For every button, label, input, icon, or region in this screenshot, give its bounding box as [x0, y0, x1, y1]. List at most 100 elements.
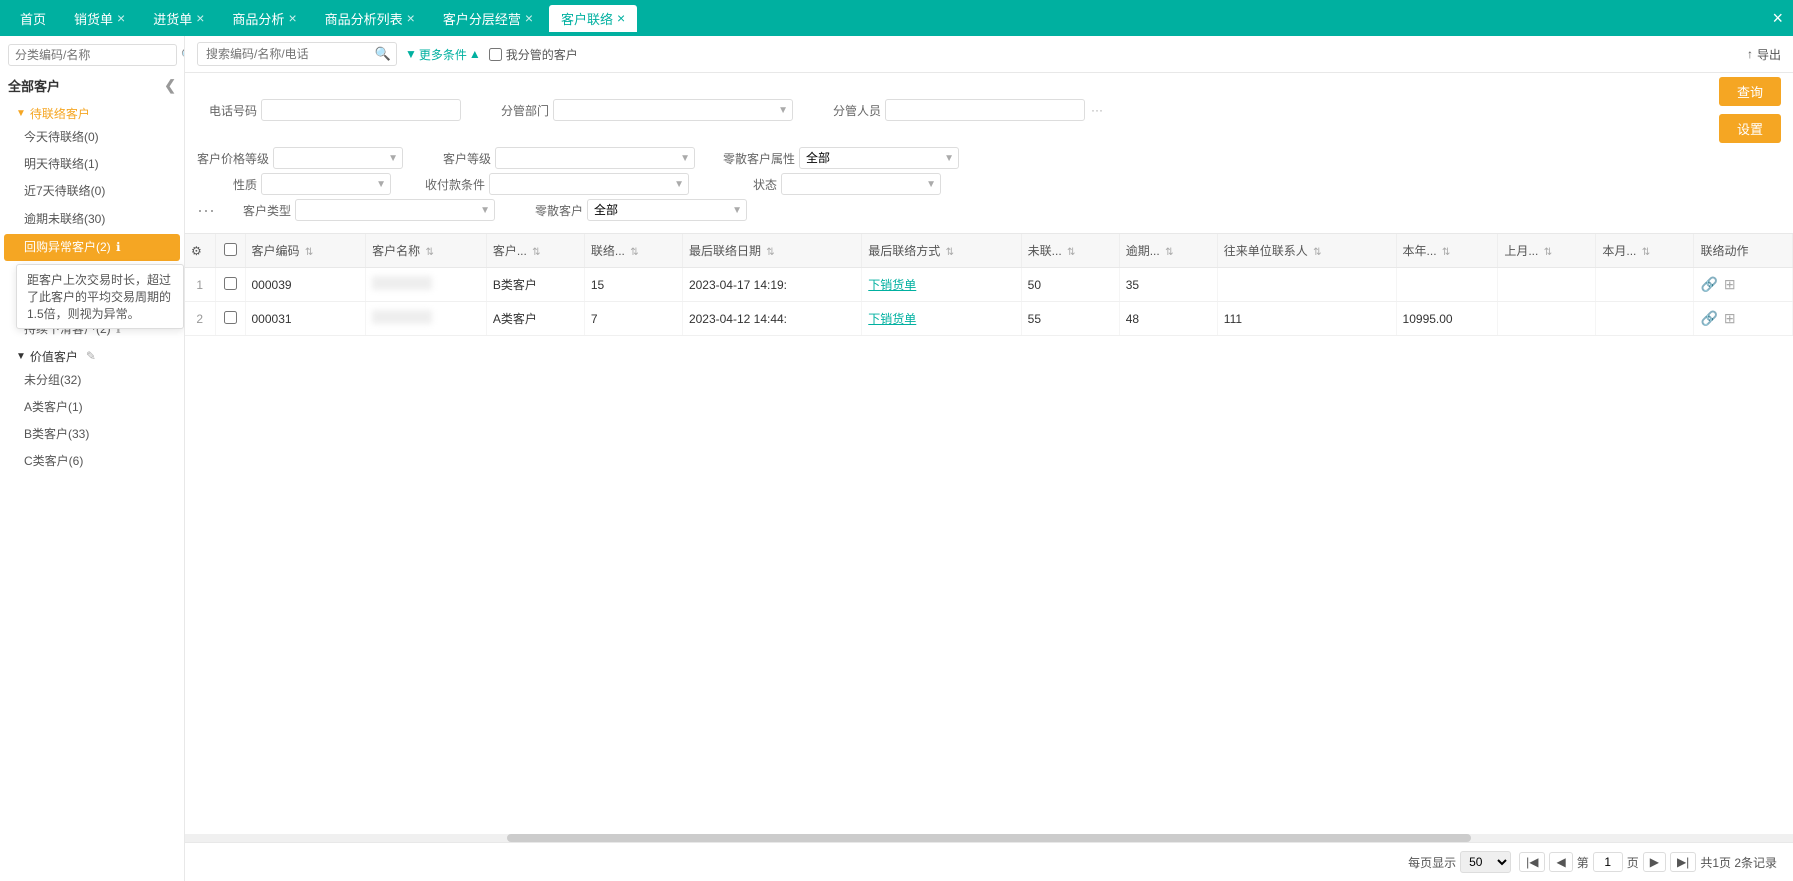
pay-term-select[interactable] [489, 173, 689, 195]
sort-contact-count-icon[interactable]: ⇅ [630, 247, 638, 258]
col-gear[interactable]: ⚙ [185, 234, 215, 268]
sidebar-all-customers-header: 全部客户 ❮ [0, 70, 184, 101]
person-more-icon[interactable]: ··· [1091, 103, 1103, 117]
row-2-code: 000031 [245, 302, 366, 336]
nav-item-customer-contact[interactable]: 客户联络 × [549, 5, 637, 32]
nav-item-customer-segment[interactable]: 客户分层经营 × [431, 5, 545, 32]
value-arrow-icon: ▼ [16, 351, 26, 362]
sort-code-icon[interactable]: ⇅ [305, 247, 313, 258]
customer-grade-select[interactable] [495, 147, 695, 169]
sort-this-year-icon[interactable]: ⇅ [1442, 247, 1450, 258]
select-all-checkbox[interactable] [224, 243, 237, 256]
col-last-contact-method: 最后联络方式 ⇅ [862, 234, 1021, 268]
phone-input[interactable] [261, 99, 461, 121]
sidebar-item-7day-contact[interactable]: 近7天待联络(0) [0, 178, 184, 205]
gender-field: 性质 ▼ [197, 173, 397, 195]
prev-page-button[interactable]: ◀ [1549, 852, 1572, 872]
filter-more-button[interactable]: ··· [197, 200, 215, 221]
nav-close-analysis-list[interactable]: × [407, 10, 415, 26]
row-2-grid-icon[interactable]: ⊞ [1724, 310, 1736, 327]
col-customer-type: 客户... ⇅ [486, 234, 584, 268]
row-2-link-icon[interactable]: 🔗 [1700, 310, 1717, 327]
col-last-month: 上月... ⇅ [1498, 234, 1596, 268]
sidebar-item-overdue-contact[interactable]: 逾期未联络(30) [0, 206, 184, 233]
query-button[interactable]: 查询 [1719, 77, 1781, 106]
retail-attr-select[interactable]: 全部 [799, 147, 959, 169]
pay-term-label: 收付款条件 [425, 176, 485, 193]
sidebar-item-repurchase-anomaly[interactable]: 回购异常客户(2) ℹ [4, 234, 180, 261]
more-conditions-button[interactable]: ▼ 更多条件 ▲ [405, 46, 481, 63]
sort-name-icon[interactable]: ⇅ [426, 247, 434, 258]
sort-type-icon[interactable]: ⇅ [532, 247, 540, 258]
pay-term-select-wrap: ▼ [489, 173, 689, 195]
sidebar-item-b-class[interactable]: B类客户(33) [0, 421, 184, 448]
row-2-name [366, 302, 487, 336]
sort-last-month-icon[interactable]: ⇅ [1544, 247, 1552, 258]
horizontal-scrollbar[interactable] [185, 834, 1793, 842]
nav-close-analysis[interactable]: × [288, 10, 296, 26]
value-edit-icon[interactable]: ✎ [86, 349, 96, 363]
export-button[interactable]: ↑ 导出 [1747, 46, 1781, 63]
customer-type-select[interactable] [295, 199, 495, 221]
last-page-button[interactable]: ▶| [1670, 852, 1696, 872]
col-customer-name: 客户名称 ⇅ [366, 234, 487, 268]
price-grade-select[interactable] [273, 147, 403, 169]
next-page-button[interactable]: ▶ [1643, 852, 1666, 872]
settings-button[interactable]: 设置 [1719, 114, 1781, 143]
person-input[interactable] [885, 99, 1085, 121]
nav-item-purchase[interactable]: 进货单 × [141, 5, 216, 32]
nav-close-sales[interactable]: × [117, 10, 125, 26]
first-page-button[interactable]: |◀ [1519, 852, 1545, 872]
sidebar-item-ungrouped[interactable]: 未分组(32) [0, 367, 184, 394]
sort-uncontacted-icon[interactable]: ⇅ [1067, 247, 1075, 258]
sidebar-item-a-class[interactable]: A类客户(1) [0, 394, 184, 421]
sidebar-value-customer-section[interactable]: ▼ 价值客户 ✎ [0, 344, 184, 367]
customer-type-field: 客户类型 ▼ [231, 199, 495, 221]
export-icon: ↑ [1747, 47, 1753, 61]
scrollbar-thumb[interactable] [507, 834, 1472, 842]
sort-overdue-icon[interactable]: ⇅ [1165, 247, 1173, 258]
sort-contact-person-icon[interactable]: ⇅ [1313, 247, 1321, 258]
row-1-select-checkbox[interactable] [224, 277, 237, 290]
main-search-icon[interactable]: 🔍 [375, 46, 391, 62]
row-1-grid-icon[interactable]: ⊞ [1724, 276, 1736, 293]
sidebar-search-icon[interactable]: 🔍 [181, 48, 185, 62]
status-select[interactable] [781, 173, 941, 195]
nav-close-customer-segment[interactable]: × [525, 10, 533, 26]
my-customers-checkbox-label[interactable]: 我分管的客户 [489, 46, 578, 63]
pending-arrow-icon: ▼ [16, 108, 26, 119]
nav-item-analysis[interactable]: 商品分析 × [220, 5, 308, 32]
row-2-method-link[interactable]: 下销货单 [868, 312, 916, 326]
sidebar-search-input[interactable] [8, 44, 177, 66]
table-body: 1 000039 B类客户 15 2023-04-17 14:19: 下销货单 … [185, 268, 1793, 336]
retail-customer-select[interactable]: 全部 [587, 199, 747, 221]
sort-this-month-icon[interactable]: ⇅ [1642, 247, 1650, 258]
sidebar-item-tomorrow-contact[interactable]: 明天待联络(1) [0, 151, 184, 178]
row-1-last-method: 下销货单 [862, 268, 1021, 302]
nav-item-sales[interactable]: 销货单 × [62, 5, 137, 32]
row-2-last-month [1498, 302, 1596, 336]
sidebar-item-c-class[interactable]: C类客户(6) [0, 448, 184, 475]
price-grade-field: 客户价格等级 ▼ [197, 147, 403, 169]
window-close-button[interactable]: × [1772, 8, 1783, 29]
sort-last-method-icon[interactable]: ⇅ [946, 247, 954, 258]
nav-item-analysis-list[interactable]: 商品分析列表 × [313, 5, 427, 32]
dept-select[interactable] [553, 99, 793, 121]
my-customers-checkbox[interactable] [489, 48, 502, 61]
nav-close-customer-contact[interactable]: × [617, 10, 625, 26]
current-page-input[interactable] [1593, 852, 1623, 872]
nav-close-purchase[interactable]: × [196, 10, 204, 26]
row-2-select-checkbox[interactable] [224, 311, 237, 324]
sidebar-item-today-contact[interactable]: 今天待联络(0) [0, 124, 184, 151]
sort-last-date-icon[interactable]: ⇅ [766, 247, 774, 258]
row-1-actions: 🔗 ⊞ [1694, 268, 1793, 302]
sidebar-collapse-icon[interactable]: ❮ [164, 77, 176, 94]
sidebar-pending-contact-section[interactable]: ▼ 待联络客户 [0, 101, 184, 124]
gender-select[interactable] [261, 173, 391, 195]
page-size-select[interactable]: 50 100 200 [1460, 851, 1511, 873]
nav-item-home[interactable]: 首页 [8, 5, 58, 32]
row-1-method-link[interactable]: 下销货单 [868, 278, 916, 292]
row-1-link-icon[interactable]: 🔗 [1700, 276, 1717, 293]
sidebar: 🔍 全部客户 ❮ ▼ 待联络客户 今天待联络(0) 明天待联络(1) 近7天待联… [0, 36, 185, 881]
main-search-input[interactable] [197, 42, 397, 66]
